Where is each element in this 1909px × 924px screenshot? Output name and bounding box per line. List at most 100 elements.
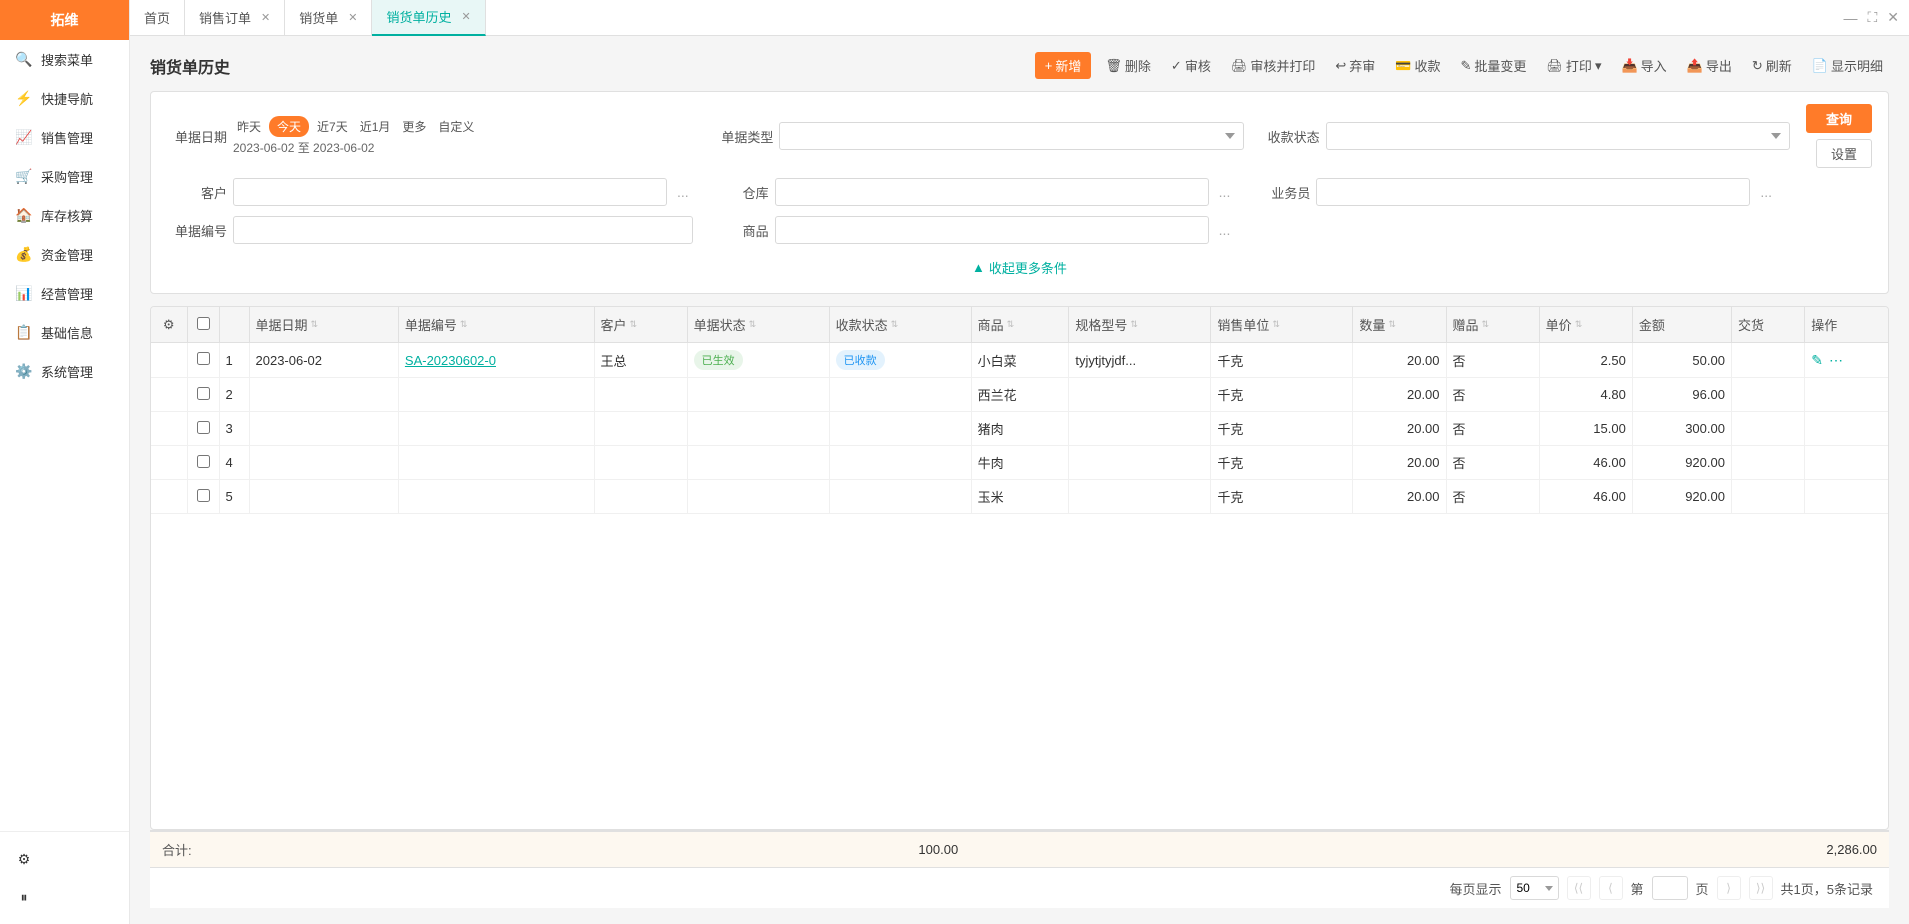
select-all-checkbox[interactable]: [197, 317, 210, 330]
row4-checkbox[interactable]: [197, 455, 210, 468]
collect-button[interactable]: 💳 收款: [1389, 53, 1446, 78]
cell-goods: 玉米: [971, 480, 1069, 514]
th-delivery: 交货: [1731, 307, 1804, 343]
abandon-button[interactable]: ↩ 弃审: [1329, 53, 1381, 78]
sidebar-item-finance-mgmt[interactable]: 💰 资金管理: [0, 235, 129, 274]
cell-delivery: [1731, 378, 1804, 412]
warehouse-ellipsis[interactable]: ...: [1215, 184, 1235, 200]
th-customer[interactable]: 客户 ⇅: [594, 307, 687, 343]
date-btn-yesterday[interactable]: 昨天: [233, 116, 265, 137]
tab-home[interactable]: 首页: [130, 0, 185, 36]
th-collect-status[interactable]: 收款状态 ⇅: [829, 307, 971, 343]
page-prev-btn[interactable]: ⟨: [1599, 876, 1623, 900]
customer-ellipsis[interactable]: ...: [673, 184, 693, 200]
cell-amount: 920.00: [1632, 446, 1731, 480]
collect-status-select[interactable]: [1326, 122, 1790, 150]
th-unit-price[interactable]: 单价 ⇅: [1539, 307, 1632, 343]
th-doc-status[interactable]: 单据状态 ⇅: [687, 307, 829, 343]
doc-no-link[interactable]: SA-20230602-0: [405, 353, 496, 368]
customer-input[interactable]: [233, 178, 667, 206]
tab-sales-invoice-close[interactable]: ✕: [348, 11, 357, 24]
settings-bottom-icon: ⚙: [15, 850, 33, 868]
cell-spec: tyjytjtyjdf...: [1069, 343, 1211, 378]
th-settings[interactable]: ⚙: [151, 307, 187, 343]
sidebar-item-search-menu[interactable]: 🔍 搜索菜单: [0, 40, 129, 79]
th-gift[interactable]: 赠品 ⇅: [1446, 307, 1539, 343]
goods-input[interactable]: [775, 216, 1209, 244]
sidebar-item-purchase-mgmt[interactable]: 🛒 采购管理: [0, 157, 129, 196]
docno-input[interactable]: [233, 216, 693, 244]
cell-customer: [594, 446, 687, 480]
query-button[interactable]: 查询: [1806, 104, 1872, 133]
sidebar-bottom-btn2[interactable]: ⏸: [0, 878, 129, 916]
table-container: ⚙ 单据日期 ⇅: [150, 306, 1889, 830]
page-last-btn[interactable]: ⟩⟩: [1749, 876, 1773, 900]
th-doc-no[interactable]: 单据编号 ⇅: [398, 307, 594, 343]
sidebar-item-quick-nav[interactable]: ⚡ 快捷导航: [0, 79, 129, 118]
refresh-button[interactable]: ↻ 刷新: [1746, 53, 1798, 78]
goods-ellipsis[interactable]: ...: [1215, 222, 1235, 238]
sidebar-item-basic-info[interactable]: 📋 基础信息: [0, 313, 129, 352]
date-btn-custom[interactable]: 自定义: [434, 116, 478, 137]
row2-checkbox[interactable]: [197, 387, 210, 400]
page-size-select[interactable]: 50 100 200: [1510, 876, 1559, 900]
warehouse-input[interactable]: [775, 178, 1209, 206]
import-button[interactable]: 📥 导入: [1615, 53, 1672, 78]
more-action-icon[interactable]: ⋯: [1829, 352, 1843, 369]
collect-status-label: 收款状态: [1260, 127, 1320, 146]
doc-type-label: 单据类型: [713, 127, 773, 146]
tab-close-all-btn[interactable]: ✕: [1887, 9, 1899, 26]
tab-sales-history[interactable]: 销货单历史 ✕: [372, 0, 485, 36]
table-row: 2 西兰花 千克 20.00 否 4.80 96.00: [151, 378, 1888, 412]
tab-bar-end: — ⛶ ✕: [1843, 9, 1909, 26]
date-quick-btns: 昨天 今天 近7天 近1月 更多 自定义: [233, 116, 697, 137]
row5-checkbox[interactable]: [197, 489, 210, 502]
tab-sales-history-close[interactable]: ✕: [462, 10, 471, 23]
cell-row-no: 4: [219, 446, 249, 480]
tab-minimize-btn[interactable]: —: [1843, 10, 1857, 26]
row3-checkbox[interactable]: [197, 421, 210, 434]
cell-qty: 20.00: [1353, 412, 1446, 446]
th-spec[interactable]: 规格型号 ⇅: [1069, 307, 1211, 343]
th-goods[interactable]: 商品 ⇅: [971, 307, 1069, 343]
tab-sales-invoice[interactable]: 销货单 ✕: [285, 0, 372, 36]
set-button[interactable]: 设置: [1816, 139, 1872, 168]
tab-maximize-btn[interactable]: ⛶: [1867, 9, 1877, 26]
page-next-btn[interactable]: ⟩: [1717, 876, 1741, 900]
batch-change-button[interactable]: ✎ 批量变更: [1454, 53, 1532, 78]
salesperson-input[interactable]: [1316, 178, 1750, 206]
sidebar-item-system-mgmt[interactable]: ⚙️ 系统管理: [0, 352, 129, 391]
show-detail-button[interactable]: 📄 显示明细: [1806, 53, 1889, 78]
date-btn-more[interactable]: 更多: [398, 116, 430, 137]
collapse-button[interactable]: ▲ 收起更多条件: [167, 254, 1872, 281]
sidebar-item-sales-mgmt[interactable]: 📈 销售管理: [0, 118, 129, 157]
date-btn-7days[interactable]: 近7天: [313, 116, 352, 137]
salesperson-ellipsis[interactable]: ...: [1756, 184, 1776, 200]
audit-button[interactable]: ✓ 审核: [1165, 53, 1217, 78]
th-qty[interactable]: 数量 ⇅: [1353, 307, 1446, 343]
th-doc-date[interactable]: 单据日期 ⇅: [249, 307, 398, 343]
date-btn-today[interactable]: 今天: [269, 116, 309, 137]
page-first-btn[interactable]: ⟨⟨: [1567, 876, 1591, 900]
filter-group-customer: 客户 ...: [167, 178, 693, 206]
sidebar-bottom-btn1[interactable]: ⚙: [0, 840, 129, 878]
row1-checkbox[interactable]: [197, 352, 210, 365]
delete-button[interactable]: 🗑 删除: [1099, 53, 1157, 78]
export-button[interactable]: 📤 导出: [1681, 53, 1738, 78]
print-button[interactable]: 🖨 打印 ▾: [1540, 53, 1607, 78]
cell-qty: 20.00: [1353, 378, 1446, 412]
cell-checkbox: [187, 446, 219, 480]
tab-sales-order[interactable]: 销售订单 ✕: [185, 0, 285, 36]
th-sales-unit[interactable]: 销售单位 ⇅: [1211, 307, 1353, 343]
tab-home-label: 首页: [144, 8, 170, 27]
tab-sales-order-close[interactable]: ✕: [261, 11, 270, 24]
sidebar-item-inventory[interactable]: 🏠 库存核算: [0, 196, 129, 235]
date-btn-1month[interactable]: 近1月: [356, 116, 395, 137]
page-input[interactable]: 1: [1652, 876, 1688, 900]
cell-doc-status: [687, 378, 829, 412]
add-button[interactable]: + 新增: [1035, 52, 1092, 79]
edit-action-icon[interactable]: ✎: [1811, 352, 1823, 369]
sidebar-item-operations-mgmt[interactable]: 📊 经营管理: [0, 274, 129, 313]
audit-print-button[interactable]: 🖨 审核并打印: [1225, 53, 1322, 78]
doc-type-select[interactable]: [779, 122, 1243, 150]
